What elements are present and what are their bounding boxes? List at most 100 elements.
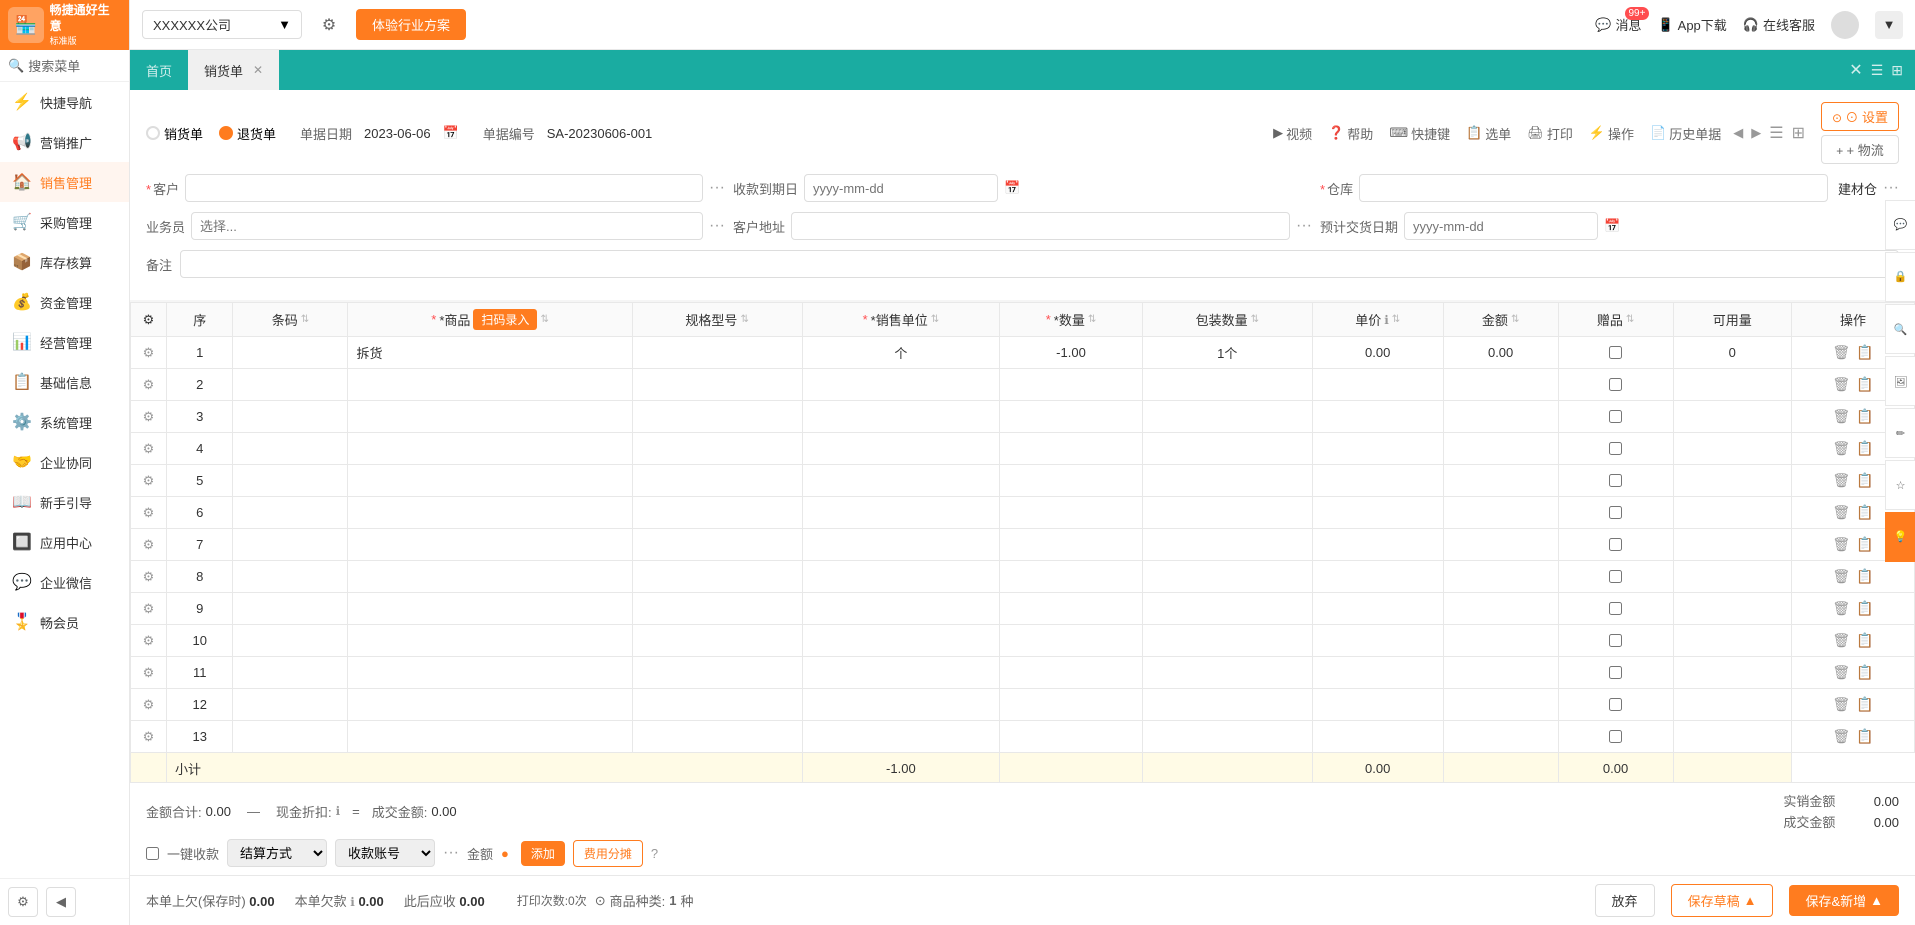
radio-return[interactable]: 退货单	[219, 124, 276, 143]
print-btn[interactable]: 🖨 打印	[1523, 122, 1577, 145]
row-gift-5[interactable]	[1558, 497, 1673, 529]
th-settings[interactable]: ⚙	[131, 303, 167, 337]
row-spec-9[interactable]	[632, 625, 802, 657]
salesperson-dots[interactable]: ···	[709, 217, 725, 235]
copy-icon-6[interactable]: 📋	[1856, 536, 1873, 553]
operation-btn[interactable]: ⚡ 操作	[1585, 122, 1638, 145]
row-unit-price-5[interactable]	[1312, 497, 1443, 529]
sidebar-item-member[interactable]: 🎖️ 畅会员	[0, 602, 129, 642]
row-unit-5[interactable]	[802, 497, 1000, 529]
row-unit-1[interactable]	[802, 369, 1000, 401]
row-gear-1[interactable]: ⚙	[131, 369, 167, 401]
row-product-6[interactable]	[348, 529, 632, 561]
row-barcode-4[interactable]	[233, 465, 348, 497]
row-unit-6[interactable]	[802, 529, 1000, 561]
row-product-2[interactable]	[348, 401, 632, 433]
row-spec-2[interactable]	[632, 401, 802, 433]
copy-icon-7[interactable]: 📋	[1856, 568, 1873, 585]
save-new-button[interactable]: 保存&新增 ▲	[1789, 885, 1899, 916]
row-product-10[interactable]	[348, 657, 632, 689]
row-spec-6[interactable]	[632, 529, 802, 561]
sidebar-item-quick-nav[interactable]: ⚡ 快捷导航	[0, 82, 129, 122]
row-barcode-3[interactable]	[233, 433, 348, 465]
row-quantity-0[interactable]: -1.00	[1000, 337, 1143, 369]
due-date-input[interactable]	[804, 174, 998, 202]
notes-input[interactable]	[180, 250, 1899, 278]
row-pack-qty-5[interactable]	[1142, 497, 1312, 529]
row-gift-1[interactable]	[1558, 369, 1673, 401]
row-gift-3[interactable]	[1558, 433, 1673, 465]
row-product-8[interactable]	[348, 593, 632, 625]
sidebar-item-sales[interactable]: 🏠 销售管理	[0, 162, 129, 202]
sidebar-item-inventory[interactable]: 📦 库存核算	[0, 242, 129, 282]
app-download-item[interactable]: 📱 App下载	[1657, 15, 1726, 34]
row-product-1[interactable]	[348, 369, 632, 401]
row-unit-price-4[interactable]	[1312, 465, 1443, 497]
row-unit-price-7[interactable]	[1312, 561, 1443, 593]
sidebar-item-basic[interactable]: 📋 基础信息	[0, 362, 129, 402]
delete-icon-1[interactable]: 🗑	[1832, 376, 1850, 393]
th-spec[interactable]: 规格型号⇅	[632, 303, 802, 337]
row-pack-qty-10[interactable]	[1142, 657, 1312, 689]
th-unit-price[interactable]: 单价ℹ⇅	[1312, 303, 1443, 337]
gift-checkbox-2[interactable]	[1609, 410, 1622, 423]
row-quantity-3[interactable]	[1000, 433, 1143, 465]
row-gift-7[interactable]	[1558, 561, 1673, 593]
row-amount-10[interactable]	[1443, 657, 1558, 689]
row-unit-price-8[interactable]	[1312, 593, 1443, 625]
row-gift-6[interactable]	[1558, 529, 1673, 561]
calc-method-select[interactable]: 结算方式	[227, 839, 327, 867]
row-unit-price-12[interactable]	[1312, 721, 1443, 753]
sidebar-search[interactable]: 🔍 搜索菜单	[0, 50, 129, 82]
row-barcode-6[interactable]	[233, 529, 348, 561]
row-barcode-9[interactable]	[233, 625, 348, 657]
row-gift-4[interactable]	[1558, 465, 1673, 497]
float-btn-chat[interactable]: 💬	[1885, 200, 1915, 250]
delete-icon-10[interactable]: 🗑	[1832, 664, 1850, 681]
row-spec-8[interactable]	[632, 593, 802, 625]
th-barcode[interactable]: 条码⇅	[233, 303, 348, 337]
row-gear-7[interactable]: ⚙	[131, 561, 167, 593]
row-spec-4[interactable]	[632, 465, 802, 497]
row-amount-0[interactable]: 0.00	[1443, 337, 1558, 369]
close-window-icon[interactable]: ✕	[1849, 60, 1862, 80]
copy-icon-8[interactable]: 📋	[1856, 600, 1873, 617]
row-unit-7[interactable]	[802, 561, 1000, 593]
row-unit-2[interactable]	[802, 401, 1000, 433]
address-input[interactable]	[791, 212, 1290, 240]
add-button[interactable]: 添加	[521, 841, 565, 866]
th-amount[interactable]: 金额⇅	[1443, 303, 1558, 337]
sidebar-item-appstore[interactable]: 🔲 应用中心	[0, 522, 129, 562]
copy-icon-2[interactable]: 📋	[1856, 408, 1873, 425]
gift-checkbox-3[interactable]	[1609, 442, 1622, 455]
row-barcode-2[interactable]	[233, 401, 348, 433]
row-pack-qty-11[interactable]	[1142, 689, 1312, 721]
sidebar-item-wechat[interactable]: 💬 企业微信	[0, 562, 129, 602]
shortcut-btn[interactable]: ⌨ 快捷键	[1385, 122, 1454, 145]
row-pack-qty-2[interactable]	[1142, 401, 1312, 433]
th-quantity[interactable]: **数量⇅	[1000, 303, 1143, 337]
row-unit-3[interactable]	[802, 433, 1000, 465]
sidebar-item-system[interactable]: ⚙️ 系统管理	[0, 402, 129, 442]
row-amount-5[interactable]	[1443, 497, 1558, 529]
sidebar-item-enterprise[interactable]: 🤝 企业协同	[0, 442, 129, 482]
settings-bottom-btn[interactable]: ⚙	[8, 887, 38, 917]
row-unit-8[interactable]	[802, 593, 1000, 625]
row-product-7[interactable]	[348, 561, 632, 593]
row-spec-11[interactable]	[632, 689, 802, 721]
th-unit[interactable]: **销售单位⇅	[802, 303, 1000, 337]
row-gift-12[interactable]	[1558, 721, 1673, 753]
row-amount-4[interactable]	[1443, 465, 1558, 497]
sidebar-item-purchase[interactable]: 🛒 采购管理	[0, 202, 129, 242]
row-quantity-12[interactable]	[1000, 721, 1143, 753]
delete-icon-0[interactable]: 🗑	[1832, 344, 1850, 361]
sidebar-item-marketing[interactable]: 📢 营销推广	[0, 122, 129, 162]
view-list-icon[interactable]: ☰	[1769, 123, 1783, 143]
message-item[interactable]: 💬 消息 99+	[1595, 15, 1641, 34]
tab-home[interactable]: 首页	[130, 50, 188, 90]
row-spec-7[interactable]	[632, 561, 802, 593]
discard-button[interactable]: 放弃	[1595, 884, 1655, 917]
save-draft-button[interactable]: 保存草稿 ▲	[1671, 884, 1774, 917]
row-amount-9[interactable]	[1443, 625, 1558, 657]
debit-info-icon[interactable]: ℹ	[350, 895, 355, 909]
